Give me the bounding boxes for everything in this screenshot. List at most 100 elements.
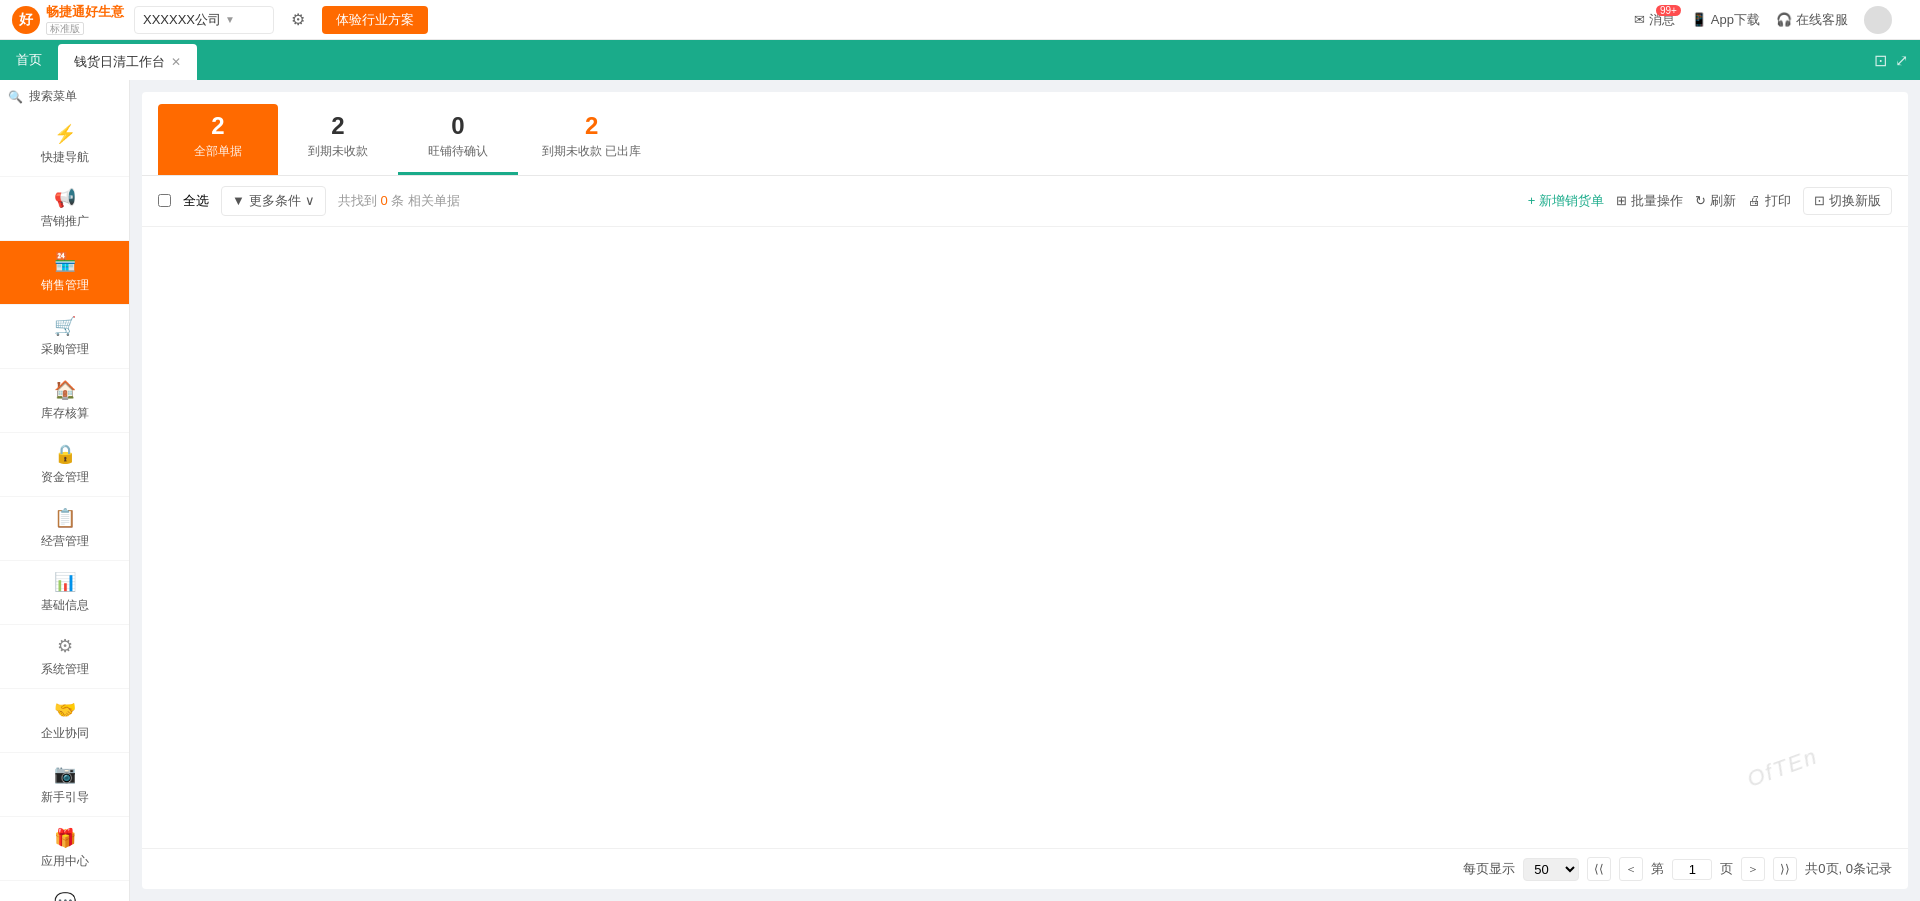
tab-close-icon[interactable]: ✕ [171, 55, 181, 69]
tab-workbench[interactable]: 钱货日清工作台 ✕ [58, 44, 197, 80]
cooperation-icon: 🤝 [54, 699, 76, 721]
per-page-label: 每页显示 [1463, 860, 1515, 878]
operations-label: 经营管理 [41, 533, 89, 550]
tab-home-label: 首页 [16, 51, 42, 69]
company-name: XXXXXX公司 [143, 11, 221, 29]
trial-button[interactable]: 体验行业方案 [322, 6, 428, 34]
table-area [142, 227, 1908, 848]
inventory-label: 库存核算 [41, 405, 89, 422]
sidebar-item-inventory[interactable]: 🏠 库存核算 [0, 369, 129, 433]
tab-home[interactable]: 首页 [0, 40, 58, 80]
basic-info-label: 基础信息 [41, 597, 89, 614]
avatar[interactable] [1864, 6, 1892, 34]
sales-label: 销售管理 [41, 277, 89, 294]
system-icon: ⚙ [57, 635, 73, 657]
app-center-icon: 🎁 [54, 827, 76, 849]
logo-area: 好 畅捷通好生意 标准版 [12, 4, 124, 35]
settings-icon[interactable]: ⚙ [284, 6, 312, 34]
result-prefix: 共找到 [338, 193, 377, 208]
toolbar-left: 全选 ▼ 更多条件 ∨ 共找到 0 条 相关单据 [158, 186, 1516, 216]
quick-nav-icon: ⚡ [54, 123, 76, 145]
page-input[interactable] [1672, 859, 1712, 880]
first-page-button[interactable]: ⟨⟨ [1587, 857, 1611, 881]
sales-icon: 🏪 [54, 251, 76, 273]
new-sale-button[interactable]: + 新增销货单 [1528, 192, 1604, 210]
sidebar-item-cooperation[interactable]: 🤝 企业协同 [0, 689, 129, 753]
sidebar-item-finance[interactable]: 🔒 资金管理 [0, 433, 129, 497]
print-button[interactable]: 🖨 打印 [1748, 192, 1791, 210]
last-page-button[interactable]: ⟩⟩ [1773, 857, 1797, 881]
online-service-label: 在线客服 [1796, 11, 1848, 29]
page-suffix: 页 [1720, 860, 1733, 878]
operations-icon: 📋 [54, 507, 76, 529]
top-header: 好 畅捷通好生意 标准版 XXXXXX公司 ▼ ⚙ 体验行业方案 ✉ 消息 99… [0, 0, 1920, 40]
finance-icon: 🔒 [54, 443, 76, 465]
per-page-select[interactable]: 50 100 200 [1523, 858, 1579, 881]
stats-tabs: 2 全部单据 2 到期未收款 0 旺铺待确认 2 到期未收款 已出库 [142, 92, 1908, 176]
app-download-label: App下载 [1711, 11, 1760, 29]
online-service-action[interactable]: 🎧 在线客服 [1776, 11, 1848, 29]
search-label: 搜索菜单 [29, 88, 77, 105]
stat-tab-no-ship[interactable]: 2 到期未收款 已出库 [518, 104, 665, 175]
filter-button[interactable]: ▼ 更多条件 ∨ [221, 186, 326, 216]
sidebar-item-guide[interactable]: 📷 新手引导 [0, 753, 129, 817]
next-page-button[interactable]: ＞ [1741, 857, 1765, 881]
total-info: 共0页, 0条记录 [1805, 860, 1892, 878]
quick-nav-label: 快捷导航 [41, 149, 89, 166]
sidebar-item-basic-info[interactable]: 📊 基础信息 [0, 561, 129, 625]
page-label: 第 [1651, 860, 1664, 878]
tab-restore-icon[interactable]: ⊡ [1874, 51, 1887, 70]
content-inner: 2 全部单据 2 到期未收款 0 旺铺待确认 2 到期未收款 已出库 [142, 92, 1908, 889]
guide-label: 新手引导 [41, 789, 89, 806]
stat-tab-pending[interactable]: 0 旺铺待确认 [398, 104, 518, 175]
stat-tab-overdue[interactable]: 2 到期未收款 [278, 104, 398, 175]
batch-op-label: 批量操作 [1631, 192, 1683, 210]
new-sale-label: + 新增销货单 [1528, 192, 1604, 210]
purchase-label: 采购管理 [41, 341, 89, 358]
sidebar-item-system[interactable]: ⚙ 系统管理 [0, 625, 129, 689]
filter-chevron-icon: ∨ [305, 193, 315, 208]
sidebar-item-marketing[interactable]: 📢 营销推广 [0, 177, 129, 241]
logo-icon: 好 [12, 6, 40, 34]
marketing-icon: 📢 [54, 187, 76, 209]
app-download-action[interactable]: 📱 App下载 [1691, 11, 1760, 29]
sidebar-item-app-center[interactable]: 🎁 应用中心 [0, 817, 129, 881]
message-action[interactable]: ✉ 消息 99+ [1634, 11, 1675, 29]
toolbar-right: + 新增销货单 ⊞ 批量操作 ↻ 刷新 🖨 打印 ⊡ [1528, 187, 1892, 215]
main-layout: 🔍 搜索菜单 ⚡ 快捷导航 📢 营销推广 🏪 销售管理 🛒 采购管理 🏠 库存核… [0, 80, 1920, 901]
result-count: 0 [381, 193, 388, 208]
switch-icon: ⊡ [1814, 193, 1825, 208]
stat-pending-label: 旺铺待确认 [428, 143, 488, 160]
switch-label: 切换新版 [1829, 192, 1881, 210]
tab-bar: 首页 钱货日清工作台 ✕ ⊡ ⤢ [0, 40, 1920, 80]
basic-info-icon: 📊 [54, 571, 76, 593]
company-selector[interactable]: XXXXXX公司 ▼ [134, 6, 274, 34]
toolbar: 全选 ▼ 更多条件 ∨ 共找到 0 条 相关单据 + 新增销货单 [142, 176, 1908, 227]
refresh-label: 刷新 [1710, 192, 1736, 210]
stat-overdue-number: 2 [331, 112, 344, 141]
prev-page-button[interactable]: ＜ [1619, 857, 1643, 881]
sidebar-item-operations[interactable]: 📋 经营管理 [0, 497, 129, 561]
switch-version-button[interactable]: ⊡ 切换新版 [1803, 187, 1892, 215]
batch-op-button[interactable]: ⊞ 批量操作 [1616, 192, 1683, 210]
tab-workbench-label: 钱货日清工作台 [74, 53, 165, 71]
print-label: 打印 [1765, 192, 1791, 210]
logo-text: 畅捷通好生意 标准版 [46, 4, 124, 35]
app-center-label: 应用中心 [41, 853, 89, 870]
sidebar-search[interactable]: 🔍 搜索菜单 [0, 80, 129, 113]
download-icon: 📱 [1691, 12, 1707, 27]
sidebar-item-wechat[interactable]: 💬 企业微信 [0, 881, 129, 901]
sidebar-item-quick-nav[interactable]: ⚡ 快捷导航 [0, 113, 129, 177]
marketing-label: 营销推广 [41, 213, 89, 230]
dropdown-arrow-icon: ▼ [225, 14, 235, 25]
select-all-checkbox[interactable] [158, 194, 171, 207]
refresh-button[interactable]: ↻ 刷新 [1695, 192, 1736, 210]
stat-all-label: 全部单据 [194, 143, 242, 160]
stat-pending-number: 0 [451, 112, 464, 141]
stat-tab-all[interactable]: 2 全部单据 [158, 104, 278, 175]
sidebar-item-purchase[interactable]: 🛒 采购管理 [0, 305, 129, 369]
tab-expand-icon[interactable]: ⤢ [1895, 51, 1908, 70]
sidebar-item-sales[interactable]: 🏪 销售管理 [0, 241, 129, 305]
pagination-bar: 每页显示 50 100 200 ⟨⟨ ＜ 第 页 ＞ ⟩⟩ 共0页, 0条记录 [142, 848, 1908, 889]
select-all-label: 全选 [183, 192, 209, 210]
